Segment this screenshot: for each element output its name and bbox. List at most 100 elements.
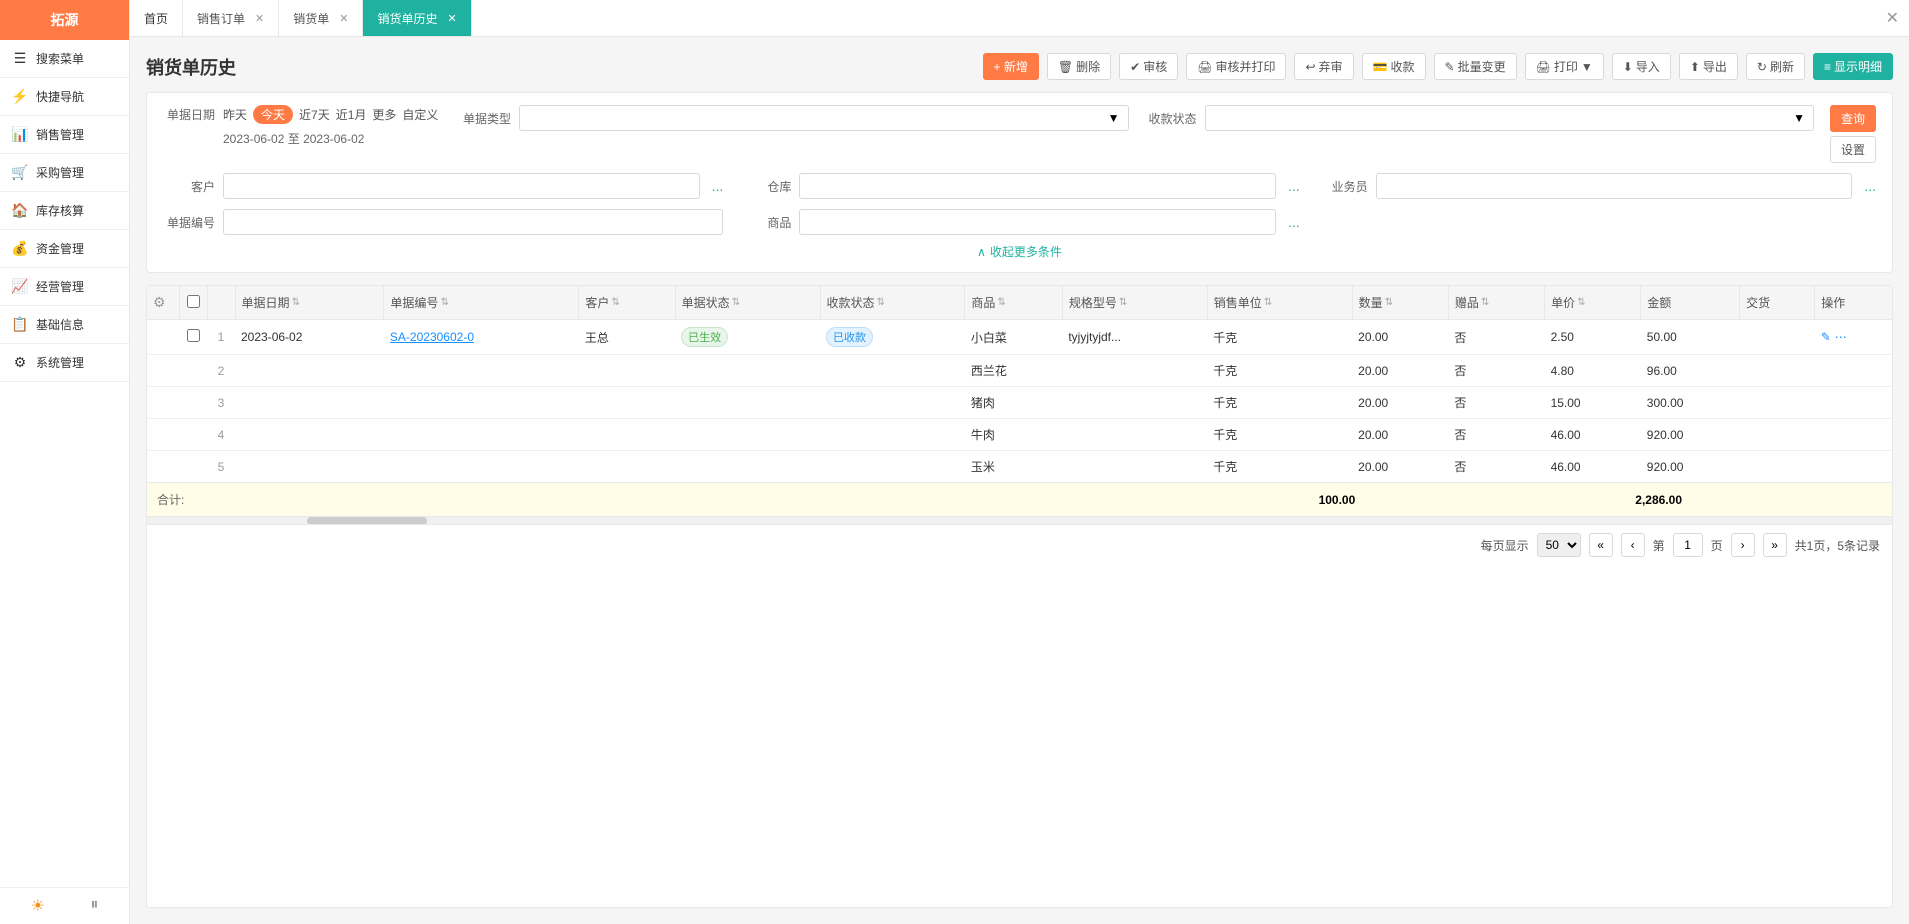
batch-change-button[interactable]: ✎ 批量变更	[1434, 53, 1517, 80]
th-qty[interactable]: 数量⇅	[1352, 286, 1448, 320]
td-num: 1	[207, 320, 235, 355]
sidebar-item-base-info[interactable]: 📋 基础信息	[0, 306, 129, 344]
th-doc-no[interactable]: 单据编号⇅	[384, 286, 579, 320]
content-area: 销货单历史 + 新增 🗑 删除 ✔ 审核 🖨 审核并打印 ↩ 弃审	[130, 37, 1909, 924]
product-label: 商品	[739, 214, 791, 231]
td-sales-unit: 千克	[1207, 387, 1352, 419]
sidebar-item-search-menu[interactable]: ☰ 搜索菜单	[0, 40, 129, 78]
table-row: 3 猪肉 千克 20.00 否 15.00 300.00	[147, 387, 1892, 419]
td-spec-type	[1062, 451, 1207, 483]
tab-sales-delivery[interactable]: 销货单 ✕	[279, 0, 363, 36]
warehouse-input[interactable]	[799, 173, 1276, 199]
edit-action[interactable]: ✎	[1821, 330, 1831, 344]
tab-sales-order-close[interactable]: ✕	[255, 12, 264, 25]
import-button[interactable]: ⬇ 导入	[1612, 53, 1671, 80]
abandon-button[interactable]: ↩ 弃审	[1294, 53, 1353, 80]
export-button[interactable]: ⬆ 导出	[1679, 53, 1738, 80]
export-icon: ⬆	[1690, 60, 1700, 74]
sidebar: 拓源 ☰ 搜索菜单 ⚡ 快捷导航 📊 销售管理 🛒 采购管理 🏠 库存核算 💰 …	[0, 0, 130, 924]
td-amount: 96.00	[1641, 355, 1740, 387]
receive-icon: 💳	[1373, 60, 1388, 74]
doc-no-input[interactable]	[223, 209, 723, 235]
shortcut-custom[interactable]: 自定义	[402, 106, 438, 123]
sidebar-collapse-icon[interactable]: ⏸	[90, 896, 98, 916]
receive-button[interactable]: 💳 收款	[1362, 53, 1426, 80]
th-product[interactable]: 商品⇅	[965, 286, 1062, 320]
review-button[interactable]: ✔ 审核	[1119, 53, 1178, 80]
product-input[interactable]	[799, 209, 1276, 235]
table-row: 2 西兰花 千克 20.00 否 4.80 96.00	[147, 355, 1892, 387]
sidebar-item-sys-mgmt[interactable]: ⚙ 系统管理	[0, 344, 129, 382]
tab-home[interactable]: 首页	[130, 0, 183, 36]
customer-dots-btn[interactable]: ...	[712, 178, 724, 194]
sidebar-item-ops-mgmt[interactable]: 📈 经营管理	[0, 268, 129, 306]
sidebar-item-label: 搜索菜单	[36, 50, 84, 67]
page-number-input[interactable]	[1673, 533, 1703, 557]
review-print-icon: 🖨	[1197, 60, 1212, 74]
td-gift: 否	[1448, 451, 1544, 483]
per-page-select[interactable]: 50	[1537, 533, 1581, 557]
sidebar-item-quick-nav[interactable]: ⚡ 快捷导航	[0, 78, 129, 116]
doc-type-select[interactable]: ▼	[519, 105, 1129, 131]
sidebar-item-label: 资金管理	[36, 240, 84, 257]
shortcut-more[interactable]: 更多	[372, 106, 396, 123]
abandon-icon: ↩	[1305, 60, 1315, 74]
product-sort-icon: ⇅	[997, 297, 1005, 308]
th-sales-unit[interactable]: 销售单位⇅	[1207, 286, 1352, 320]
salesperson-dots-btn[interactable]: ...	[1864, 178, 1876, 194]
table-settings-icon[interactable]: ⚙	[153, 294, 166, 310]
prev-page-button[interactable]: ‹	[1621, 533, 1645, 557]
td-sales-unit: 千克	[1207, 451, 1352, 483]
td-settings	[147, 387, 179, 419]
sidebar-item-finance-mgmt[interactable]: 💰 资金管理	[0, 230, 129, 268]
warehouse-dots-btn[interactable]: ...	[1288, 178, 1300, 194]
show-detail-button[interactable]: ≡ 显示明细	[1813, 53, 1893, 80]
td-customer	[579, 387, 675, 419]
tab-sales-delivery-close[interactable]: ✕	[339, 12, 348, 25]
refresh-button[interactable]: ↻ 刷新	[1746, 53, 1805, 80]
sidebar-settings-icon[interactable]: ☀	[31, 896, 45, 916]
th-unit-price[interactable]: 单价⇅	[1545, 286, 1641, 320]
th-pay-status[interactable]: 收款状态⇅	[820, 286, 965, 320]
sidebar-item-label: 系统管理	[36, 354, 84, 371]
settings-button[interactable]: 设置	[1830, 136, 1876, 163]
next-page-button[interactable]: ›	[1731, 533, 1755, 557]
shortcut-yesterday[interactable]: 昨天	[223, 106, 247, 123]
review-print-button[interactable]: 🖨 审核并打印	[1186, 53, 1286, 80]
collapse-button[interactable]: ∧ 收起更多条件	[163, 243, 1876, 260]
th-doc-date[interactable]: 单据日期⇅	[235, 286, 384, 320]
shortcut-7days[interactable]: 近7天	[299, 106, 330, 123]
th-customer[interactable]: 客户⇅	[579, 286, 675, 320]
select-all-checkbox[interactable]	[187, 295, 200, 308]
new-button[interactable]: + 新增	[983, 53, 1039, 80]
sidebar-item-sales-mgmt[interactable]: 📊 销售管理	[0, 116, 129, 154]
customer-input[interactable]	[223, 173, 700, 199]
sidebar-item-label: 库存核算	[36, 202, 84, 219]
doc-no-link[interactable]: SA-20230602-0	[390, 330, 474, 344]
th-gift[interactable]: 赠品⇅	[1448, 286, 1544, 320]
more-action[interactable]: ⋯	[1835, 330, 1847, 344]
th-doc-status[interactable]: 单据状态⇅	[675, 286, 820, 320]
sidebar-item-inventory[interactable]: 🏠 库存核算	[0, 192, 129, 230]
shortcut-today[interactable]: 今天	[253, 105, 293, 124]
payment-status-select[interactable]: ▼	[1205, 105, 1815, 131]
shortcut-1month[interactable]: 近1月	[336, 106, 367, 123]
query-button[interactable]: 查询	[1830, 105, 1876, 132]
last-page-button[interactable]: »	[1763, 533, 1787, 557]
delete-button[interactable]: 🗑 删除	[1047, 53, 1111, 80]
th-spec-type[interactable]: 规格型号⇅	[1062, 286, 1207, 320]
horizontal-scrollbar[interactable]	[147, 516, 1892, 524]
total-qty: 100.00	[1319, 493, 1356, 507]
salesperson-input[interactable]	[1376, 173, 1853, 199]
td-doc-date	[235, 387, 384, 419]
product-dots-btn[interactable]: ...	[1288, 214, 1300, 230]
print-button[interactable]: 🖨 打印 ▼	[1525, 53, 1604, 80]
row-checkbox[interactable]	[187, 329, 200, 342]
tab-sales-history-close[interactable]: ✕	[448, 12, 457, 25]
sidebar-item-purchase-mgmt[interactable]: 🛒 采购管理	[0, 154, 129, 192]
td-unit-price: 15.00	[1545, 387, 1641, 419]
tab-sales-history[interactable]: 销货单历史 ✕	[363, 0, 471, 36]
tab-sales-order[interactable]: 销售订单 ✕	[183, 0, 279, 36]
tab-close-all[interactable]: ✕	[1886, 8, 1909, 28]
first-page-button[interactable]: «	[1589, 533, 1613, 557]
